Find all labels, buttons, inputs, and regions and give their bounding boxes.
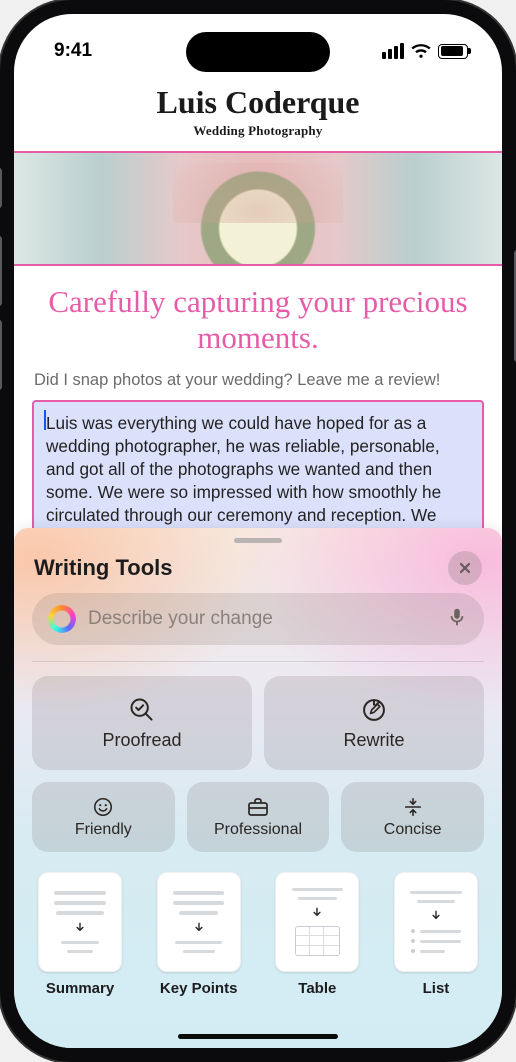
writing-tools-sheet: Writing Tools Proofread [14, 528, 502, 1048]
list-thumbnail-icon [394, 872, 478, 972]
concise-icon [402, 796, 424, 818]
friendly-label: Friendly [75, 821, 132, 839]
tagline: Carefully capturing your precious moment… [14, 266, 502, 365]
summary-label: Summary [46, 980, 114, 997]
proofread-button[interactable]: Proofread [32, 676, 252, 770]
apple-intelligence-icon [48, 605, 76, 633]
dynamic-island [186, 32, 330, 72]
friendly-button[interactable]: Friendly [32, 782, 175, 852]
keypoints-label: Key Points [160, 980, 238, 997]
rewrite-label: Rewrite [343, 730, 404, 751]
wifi-icon [411, 43, 431, 59]
sheet-title: Writing Tools [34, 555, 173, 581]
keypoints-thumbnail-icon [157, 872, 241, 972]
hero-image [14, 151, 502, 266]
mic-icon[interactable] [446, 606, 468, 633]
page-title: Luis Coderque [30, 84, 486, 121]
proofread-label: Proofread [102, 730, 181, 751]
close-button[interactable] [448, 551, 482, 585]
summary-button[interactable]: Summary [36, 872, 124, 997]
summary-thumbnail-icon [38, 872, 122, 972]
sheet-grabber[interactable] [234, 538, 282, 543]
text-cursor [44, 410, 46, 430]
clock: 9:41 [54, 40, 92, 62]
document-viewport[interactable]: Luis Coderque Wedding Photography Carefu… [14, 76, 502, 1048]
professional-button[interactable]: Professional [187, 782, 330, 852]
table-button[interactable]: Table [273, 872, 361, 997]
review-prompt: Did I snap photos at your wedding? Leave… [14, 365, 502, 400]
divider [32, 661, 484, 662]
describe-change-field[interactable] [32, 593, 484, 645]
home-indicator[interactable] [178, 1034, 338, 1039]
concise-label: Concise [384, 821, 442, 839]
keypoints-button[interactable]: Key Points [155, 872, 243, 997]
table-thumbnail-icon [275, 872, 359, 972]
list-button[interactable]: List [392, 872, 480, 997]
briefcase-icon [246, 796, 270, 818]
smile-icon [92, 796, 114, 818]
table-label: Table [298, 980, 336, 997]
page-subtitle: Wedding Photography [30, 123, 486, 139]
professional-label: Professional [214, 821, 302, 839]
rewrite-button[interactable]: Rewrite [264, 676, 484, 770]
concise-button[interactable]: Concise [341, 782, 484, 852]
close-icon [457, 560, 473, 576]
describe-change-input[interactable] [88, 608, 434, 630]
battery-icon [438, 44, 468, 59]
cellular-icon [382, 43, 404, 59]
rewrite-icon [360, 696, 388, 724]
magnifier-check-icon [128, 696, 156, 724]
list-label: List [423, 980, 450, 997]
